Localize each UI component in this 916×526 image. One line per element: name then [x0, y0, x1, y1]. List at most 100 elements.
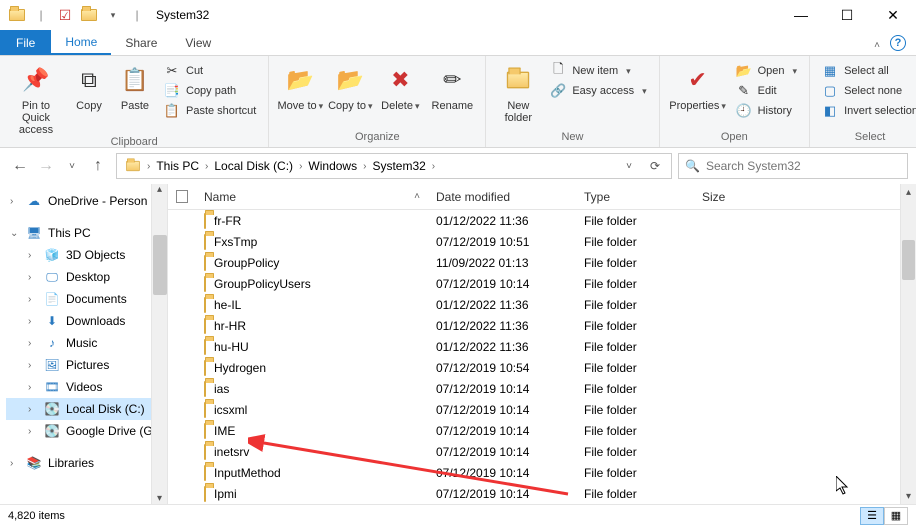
share-tab[interactable]: Share: [111, 30, 171, 55]
qat-properties-icon[interactable]: ☑: [54, 4, 76, 26]
easy-access-button[interactable]: 🔗Easy access▾: [546, 82, 650, 100]
crumb-windows[interactable]: Windows: [304, 159, 361, 173]
tree-pictures[interactable]: ›🖼Pictures: [6, 354, 167, 376]
address-dropdown-button[interactable]: ˅: [617, 154, 641, 178]
tree-videos[interactable]: ›🎞Videos: [6, 376, 167, 398]
file-tab[interactable]: File: [0, 30, 51, 55]
select-none-button[interactable]: ▢Select none: [818, 82, 916, 100]
ribbon-group-select: ▦Select all ▢Select none ◧Invert selecti…: [810, 56, 916, 147]
refresh-button[interactable]: ⟳: [643, 154, 667, 178]
crumb-system32[interactable]: System32: [368, 159, 429, 173]
chevron-right-icon[interactable]: ›: [147, 161, 150, 172]
open-icon: 📂: [736, 63, 752, 79]
tree-local-disk[interactable]: ›💽Local Disk (C:): [6, 398, 167, 420]
tree-libraries[interactable]: ›📚Libraries: [6, 452, 167, 474]
address-bar[interactable]: › This PC › Local Disk (C:) › Windows › …: [116, 153, 672, 179]
home-tab[interactable]: Home: [51, 30, 111, 55]
maximize-button[interactable]: ☐: [824, 0, 870, 30]
delete-icon: ✖: [384, 64, 416, 96]
qat-dropdown[interactable]: ▾: [102, 4, 124, 26]
collapse-ribbon-button[interactable]: ˄: [864, 30, 890, 55]
delete-button[interactable]: ✖ Delete▾: [377, 60, 423, 112]
move-to-button[interactable]: 📂 Move to▾: [277, 60, 323, 112]
chevron-right-icon[interactable]: ›: [205, 161, 208, 172]
copy-path-button[interactable]: 📑Copy path: [160, 82, 260, 100]
new-folder-button[interactable]: New folder: [494, 60, 542, 124]
details-view-button[interactable]: ☰: [860, 507, 884, 525]
tree-music[interactable]: ›♪Music: [6, 332, 167, 354]
tree-desktop[interactable]: ›🖵Desktop: [6, 266, 167, 288]
chevron-right-icon[interactable]: ›: [432, 161, 435, 172]
history-button[interactable]: 🕘History: [732, 102, 801, 120]
pictures-icon: 🖼: [44, 357, 60, 373]
disk-icon: 💽: [44, 423, 60, 439]
cut-button[interactable]: ✂Cut: [160, 62, 260, 80]
table-row[interactable]: inetsrv07/12/2019 10:14File folder: [168, 441, 916, 462]
table-row[interactable]: GroupPolicyUsers07/12/2019 10:14File fol…: [168, 273, 916, 294]
table-row[interactable]: IME07/12/2019 10:14File folder: [168, 420, 916, 441]
crumb-this-pc[interactable]: This PC: [152, 159, 203, 173]
table-row[interactable]: FxsTmp07/12/2019 10:51File folder: [168, 231, 916, 252]
navigation-bar: ← → ˅ ↑ › This PC › Local Disk (C:) › Wi…: [0, 148, 916, 184]
tree-scrollbar-thumb[interactable]: [153, 235, 167, 295]
copy-to-button[interactable]: 📂 Copy to▾: [327, 60, 373, 112]
tree-downloads[interactable]: ›⬇Downloads: [6, 310, 167, 332]
folder-icon: [204, 403, 206, 417]
tree-onedrive[interactable]: ›☁OneDrive - Person: [6, 190, 167, 212]
file-type: File folder: [576, 487, 694, 501]
table-row[interactable]: he-IL01/12/2022 11:36File folder: [168, 294, 916, 315]
properties-button[interactable]: ✔ Properties▾: [668, 60, 728, 112]
file-type: File folder: [576, 298, 694, 312]
pin-to-quick-access-button[interactable]: 📌 Pin to Quick access: [8, 60, 64, 136]
list-scrollbar[interactable]: ▴ ▾: [900, 184, 916, 504]
up-button[interactable]: ↑: [86, 154, 110, 178]
list-scrollbar-thumb[interactable]: [902, 240, 915, 280]
forward-button[interactable]: →: [34, 154, 58, 178]
close-button[interactable]: ✕: [870, 0, 916, 30]
tree-3d-objects[interactable]: ›🧊3D Objects: [6, 244, 167, 266]
open-button[interactable]: 📂Open▾: [732, 62, 801, 80]
minimize-button[interactable]: —: [778, 0, 824, 30]
edit-button[interactable]: ✎Edit: [732, 82, 801, 100]
back-button[interactable]: ←: [8, 154, 32, 178]
file-date: 07/12/2019 10:14: [428, 277, 576, 291]
table-row[interactable]: ias07/12/2019 10:14File folder: [168, 378, 916, 399]
rename-button[interactable]: ✏ Rename: [427, 60, 477, 112]
table-row[interactable]: fr-FR01/12/2022 11:36File folder: [168, 210, 916, 231]
chevron-right-icon[interactable]: ›: [363, 161, 366, 172]
chevron-right-icon[interactable]: ›: [299, 161, 302, 172]
clipboard-group-label: Clipboard: [8, 136, 260, 150]
large-icons-view-button[interactable]: ▦: [884, 507, 908, 525]
column-type[interactable]: Type: [576, 190, 694, 204]
select-all-button[interactable]: ▦Select all: [818, 62, 916, 80]
table-row[interactable]: Hydrogen07/12/2019 10:54File folder: [168, 357, 916, 378]
crumb-local-disk[interactable]: Local Disk (C:): [210, 159, 297, 173]
column-date[interactable]: Date modified: [428, 190, 576, 204]
column-size[interactable]: Size: [694, 190, 794, 204]
tree-this-pc[interactable]: ⌄🖥This PC: [6, 222, 167, 244]
search-box[interactable]: 🔍: [678, 153, 908, 179]
new-item-button[interactable]: 🗋New item▾: [546, 62, 650, 80]
tree-google-drive[interactable]: ›💽Google Drive (G:: [6, 420, 167, 442]
table-row[interactable]: InputMethod07/12/2019 10:14File folder: [168, 462, 916, 483]
file-name: inetsrv: [214, 445, 249, 459]
search-input[interactable]: [706, 159, 901, 173]
table-row[interactable]: icsxml07/12/2019 10:14File folder: [168, 399, 916, 420]
qat-folder-icon[interactable]: [78, 4, 100, 26]
tree-scrollbar[interactable]: ▴ ▾: [151, 184, 167, 504]
invert-selection-button[interactable]: ◧Invert selection: [818, 102, 916, 120]
paste-button[interactable]: 📋 Paste: [114, 60, 156, 112]
table-row[interactable]: hr-HR01/12/2022 11:36File folder: [168, 315, 916, 336]
paste-shortcut-button[interactable]: 📋Paste shortcut: [160, 102, 260, 120]
view-tab[interactable]: View: [171, 30, 225, 55]
tree-documents[interactable]: ›📄Documents: [6, 288, 167, 310]
help-button[interactable]: ?: [890, 35, 906, 51]
table-row[interactable]: GroupPolicy11/09/2022 01:13File folder: [168, 252, 916, 273]
table-row[interactable]: Ipmi07/12/2019 10:14File folder: [168, 483, 916, 504]
column-checkbox[interactable]: [168, 190, 196, 203]
copy-button[interactable]: ⧉ Copy: [68, 60, 110, 112]
column-name[interactable]: Name˄: [196, 190, 428, 204]
file-name: hr-HR: [214, 319, 246, 333]
table-row[interactable]: hu-HU01/12/2022 11:36File folder: [168, 336, 916, 357]
recent-locations-button[interactable]: ˅: [60, 154, 84, 178]
